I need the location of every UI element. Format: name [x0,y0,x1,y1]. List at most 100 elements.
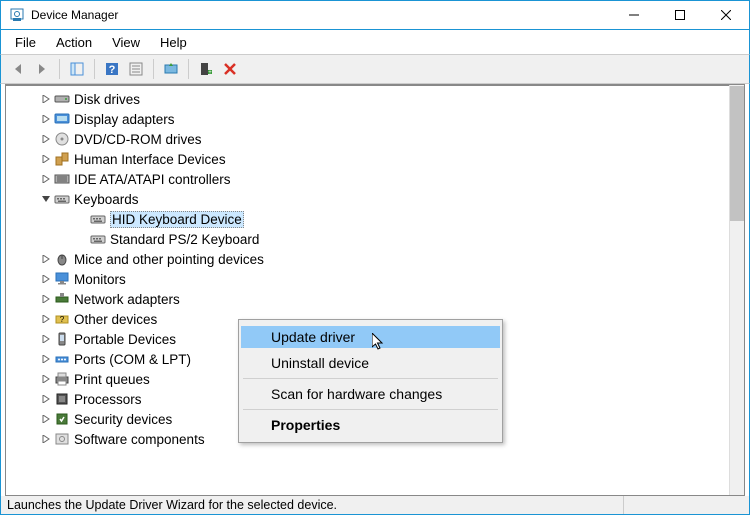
other-device-icon: ? [54,311,70,327]
tree-item-standard-ps2-keyboard[interactable]: Standard PS/2 Keyboard [6,229,729,249]
expand-icon[interactable] [40,133,52,145]
update-driver-button[interactable] [160,58,182,80]
expand-icon[interactable] [40,113,52,125]
tree-item-hid-keyboard-device[interactable]: HID Keyboard Device [6,209,729,229]
menu-action[interactable]: Action [46,33,102,52]
portable-device-icon [54,331,70,347]
printer-icon [54,371,70,387]
processor-icon [54,391,70,407]
ports-icon [54,351,70,367]
tree-item-label: Disk drives [74,92,140,107]
tree-item-label: Display adapters [74,112,175,127]
software-icon [54,431,70,447]
status-cell-2 [623,496,743,514]
tree-item-label: Other devices [74,312,157,327]
expand-icon[interactable] [40,93,52,105]
tree-item-label: Human Interface Devices [74,152,226,167]
context-menu-separator [243,378,498,379]
monitor-icon [54,271,70,287]
tree-item-label: Monitors [74,272,126,287]
tree-item-mice[interactable]: Mice and other pointing devices [6,249,729,269]
expand-icon[interactable] [40,313,52,325]
help-button[interactable]: ? [101,58,123,80]
minimize-button[interactable] [611,1,657,30]
expand-icon[interactable] [40,413,52,425]
window-controls [611,1,749,30]
content-area: Disk drives Display adapters DVD/CD-ROM … [0,84,750,496]
properties-button[interactable] [125,58,147,80]
expand-icon[interactable] [40,373,52,385]
toolbar-separator [153,59,154,79]
app-icon [9,7,25,23]
uninstall-device-button[interactable] [219,58,241,80]
maximize-button[interactable] [657,1,703,30]
back-button[interactable] [7,58,29,80]
toolbar-separator [188,59,189,79]
hid-icon [54,151,70,167]
tree-item-label: Keyboards [74,192,139,207]
tree-item-ide-ata[interactable]: IDE ATA/ATAPI controllers [6,169,729,189]
scrollbar-vertical[interactable] [729,85,744,495]
tree-item-label: Processors [74,392,142,407]
security-icon [54,411,70,427]
expand-icon[interactable] [40,353,52,365]
context-menu-label: Scan for hardware changes [271,386,442,402]
status-bar: Launches the Update Driver Wizard for th… [0,496,750,515]
tree-item-hid[interactable]: Human Interface Devices [6,149,729,169]
tree-item-label: IDE ATA/ATAPI controllers [74,172,231,187]
tree-item-label: Mice and other pointing devices [74,252,264,267]
close-button[interactable] [703,1,749,30]
expand-icon[interactable] [40,333,52,345]
collapse-icon[interactable] [40,193,52,205]
context-menu-label: Uninstall device [271,355,369,371]
context-menu-separator [243,409,498,410]
display-adapter-icon [54,111,70,127]
expand-icon[interactable] [40,173,52,185]
tree-item-network[interactable]: Network adapters [6,289,729,309]
title-bar: Device Manager [0,0,750,30]
tree-item-monitors[interactable]: Monitors [6,269,729,289]
forward-button[interactable] [31,58,53,80]
toolbar-separator [59,59,60,79]
expand-icon[interactable] [40,153,52,165]
context-menu-properties[interactable]: Properties [241,414,500,436]
ide-icon [54,171,70,187]
scan-hardware-button[interactable]: + [195,58,217,80]
show-hide-tree-button[interactable] [66,58,88,80]
expand-icon[interactable] [40,433,52,445]
menu-bar: File Action View Help [0,30,750,54]
tree-item-label: DVD/CD-ROM drives [74,132,202,147]
scrollbar-thumb[interactable] [730,86,744,221]
expand-icon[interactable] [40,293,52,305]
keyboard-icon [90,231,106,247]
expand-placeholder [76,233,88,245]
context-menu: Update driver Uninstall device Scan for … [238,319,503,443]
tree-item-label: Standard PS/2 Keyboard [110,232,259,247]
menu-file[interactable]: File [5,33,46,52]
context-menu-update-driver[interactable]: Update driver [241,326,500,348]
tree-item-display-adapters[interactable]: Display adapters [6,109,729,129]
status-text: Launches the Update Driver Wizard for th… [7,498,337,512]
context-menu-uninstall-device[interactable]: Uninstall device [241,352,500,374]
tree-item-keyboards[interactable]: Keyboards [6,189,729,209]
keyboard-icon [90,211,106,227]
window-title: Device Manager [31,8,118,22]
expand-icon[interactable] [40,273,52,285]
context-menu-label: Update driver [271,329,355,345]
svg-text:+: + [208,70,212,76]
menu-view[interactable]: View [102,33,150,52]
toolbar: ? + [0,54,750,84]
expand-icon[interactable] [40,253,52,265]
svg-text:?: ? [109,64,116,76]
context-menu-label: Properties [271,417,340,433]
tree-item-label: Security devices [74,412,172,427]
tree-item-label: Network adapters [74,292,180,307]
keyboard-icon [54,191,70,207]
context-menu-scan-hardware[interactable]: Scan for hardware changes [241,383,500,405]
toolbar-separator [94,59,95,79]
tree-item-dvd-cdrom[interactable]: DVD/CD-ROM drives [6,129,729,149]
tree-item-disk-drives[interactable]: Disk drives [6,89,729,109]
expand-icon[interactable] [40,393,52,405]
svg-text:?: ? [60,315,65,324]
menu-help[interactable]: Help [150,33,197,52]
